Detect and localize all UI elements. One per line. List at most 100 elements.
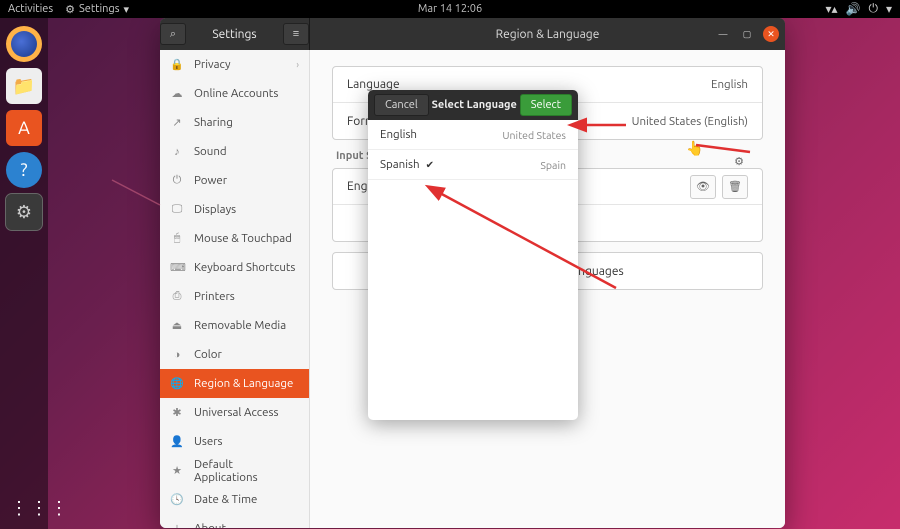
close-button[interactable]: ✕ (763, 26, 779, 42)
settings-sidebar: 🔒 Privacy › ☁ Online Accounts ↗ Sharing ♪ Sou… (160, 50, 310, 528)
dialog-title: Select Language (429, 99, 520, 111)
plus-icon: ＋ (170, 521, 184, 529)
sidebar-item-label: Sharing (194, 116, 233, 129)
display-icon: 🖵 (170, 203, 184, 216)
mouse-icon: 🖱 (170, 232, 184, 245)
sidebar-item-privacy[interactable]: 🔒 Privacy › (160, 50, 309, 79)
sidebar-item-mouse[interactable]: 🖱 Mouse & Touchpad (160, 224, 309, 253)
sidebar-item-printers[interactable]: ⎙ Printers (160, 282, 309, 311)
sidebar-item-label: Keyboard Shortcuts (194, 261, 295, 274)
sidebar-item-label: Power (194, 174, 227, 187)
sidebar-item-online-accounts[interactable]: ☁ Online Accounts (160, 79, 309, 108)
dock-settings[interactable]: ⚙ (6, 194, 42, 230)
sidebar-item-sharing[interactable]: ↗ Sharing (160, 108, 309, 137)
sidebar-item-label: Date & Time (194, 493, 257, 506)
dock-files[interactable]: 📁 (6, 68, 42, 104)
keyboard-icon: ⌨ (170, 261, 184, 274)
dock-help[interactable]: ? (6, 152, 42, 188)
eject-icon: ⏏ (170, 319, 184, 332)
sidebar-item-label: Mouse & Touchpad (194, 232, 292, 245)
dialog-header: Cancel Select Language Select (368, 90, 578, 120)
preview-layout-button[interactable]: 👁 (690, 175, 716, 199)
maximize-button[interactable]: ▢ (739, 26, 755, 42)
dock-software[interactable]: A (6, 110, 42, 146)
topbar-app-label: Settings (79, 3, 120, 15)
sidebar-item-displays[interactable]: 🖵 Displays (160, 195, 309, 224)
page-title: Region & Language (496, 28, 600, 41)
sidebar-item-label: Sound (194, 145, 227, 158)
activities-button[interactable]: Activities (8, 3, 53, 15)
hamburger-button[interactable]: ≡ (283, 23, 309, 45)
header-bar: ⌕ Settings ≡ Region & Language — ▢ ✕ (160, 18, 785, 50)
share-icon: ↗ (170, 116, 184, 129)
sidebar-item-label: Privacy (194, 58, 231, 71)
input-settings-button[interactable]: ⚙ (726, 149, 752, 173)
sidebar-item-label: Removable Media (194, 319, 286, 332)
network-icon[interactable]: ▾▴ (825, 2, 837, 16)
language-row-spanish[interactable]: Spanish ✔ Spain (368, 150, 578, 180)
gnome-top-bar: Activities ⚙ Settings ▾ Mar 14 12:06 ▾▴ … (0, 0, 900, 18)
cloud-icon: ☁ (170, 87, 184, 100)
language-row-english[interactable]: English United States (368, 120, 578, 150)
sidebar-item-label: Displays (194, 203, 236, 216)
sidebar-title: Settings (194, 28, 275, 41)
sidebar-item-universal-access[interactable]: ✱ Universal Access (160, 398, 309, 427)
language-country: United States (502, 129, 566, 141)
sidebar-item-users[interactable]: 👤 Users (160, 427, 309, 456)
dock: 📁 A ? ⚙ (0, 18, 48, 529)
sidebar-item-label: About (194, 522, 226, 528)
eye-icon: 👁 (696, 180, 710, 193)
cancel-button[interactable]: Cancel (374, 94, 429, 116)
check-icon: ✔ (426, 159, 434, 171)
power-icon: ⏻ (170, 174, 184, 187)
power-icon[interactable]: ⏻ (868, 2, 878, 16)
star-icon: ★ (170, 464, 184, 477)
sidebar-item-removable[interactable]: ⏏ Removable Media (160, 311, 309, 340)
sidebar-item-label: Universal Access (194, 406, 278, 419)
sidebar-item-label: Region & Language (194, 377, 293, 390)
remove-input-button[interactable]: 🗑 (722, 175, 748, 199)
sidebar-item-default-apps[interactable]: ★Default Applications (160, 456, 309, 485)
menu-icon: ≡ (293, 28, 299, 40)
select-button[interactable]: Select (520, 94, 572, 116)
show-applications-button[interactable]: ⋮⋮⋮ (10, 498, 70, 519)
sidebar-item-sound[interactable]: ♪ Sound (160, 137, 309, 166)
sidebar-item-color[interactable]: ◑Color (160, 340, 309, 369)
search-icon: ⌕ (170, 28, 176, 41)
trash-icon: 🗑 (728, 180, 742, 193)
chevron-down-icon: ▾ (124, 3, 130, 16)
lock-icon: 🔒 (170, 58, 184, 71)
sidebar-item-keyboard[interactable]: ⌨ Keyboard Shortcuts (160, 253, 309, 282)
gear-icon: ⚙ (65, 3, 75, 16)
clock-icon: 🕓 (170, 493, 184, 506)
sidebar-item-power[interactable]: ⏻ Power (160, 166, 309, 195)
language-list: English United States Spanish ✔ Spain (368, 120, 578, 180)
minimize-button[interactable]: — (715, 26, 731, 42)
sidebar-item-about[interactable]: ＋ About (160, 514, 309, 528)
globe-icon: 🌐 (170, 377, 184, 390)
dock-firefox[interactable] (6, 26, 42, 62)
sidebar-item-label: Printers (194, 290, 235, 303)
language-name: Spanish (380, 158, 420, 171)
language-value: English (711, 78, 748, 91)
sidebar-item-label: Users (194, 435, 223, 448)
chevron-right-icon: › (296, 59, 299, 70)
volume-icon[interactable]: 🔊 (846, 2, 861, 16)
system-chevron-icon[interactable]: ▾ (886, 2, 892, 16)
user-icon: 👤 (170, 435, 184, 448)
sidebar-item-label: Online Accounts (194, 87, 278, 100)
printer-icon: ⎙ (170, 290, 184, 303)
gear-icon: ⚙ (734, 155, 744, 168)
sidebar-item-datetime[interactable]: 🕓 Date & Time (160, 485, 309, 514)
search-button[interactable]: ⌕ (160, 23, 186, 45)
topbar-app-menu[interactable]: ⚙ Settings ▾ (65, 3, 129, 16)
sidebar-item-region-language[interactable]: 🌐 Region & Language (160, 369, 309, 398)
accessibility-icon: ✱ (170, 406, 184, 419)
sound-icon: ♪ (170, 146, 184, 158)
color-icon: ◑ (170, 349, 184, 361)
select-language-dialog: Cancel Select Language Select English Un… (368, 90, 578, 420)
language-name: English (380, 128, 417, 141)
language-country: Spain (540, 159, 566, 171)
clock[interactable]: Mar 14 12:06 (418, 3, 482, 15)
formats-value: United States (English) (632, 115, 748, 128)
